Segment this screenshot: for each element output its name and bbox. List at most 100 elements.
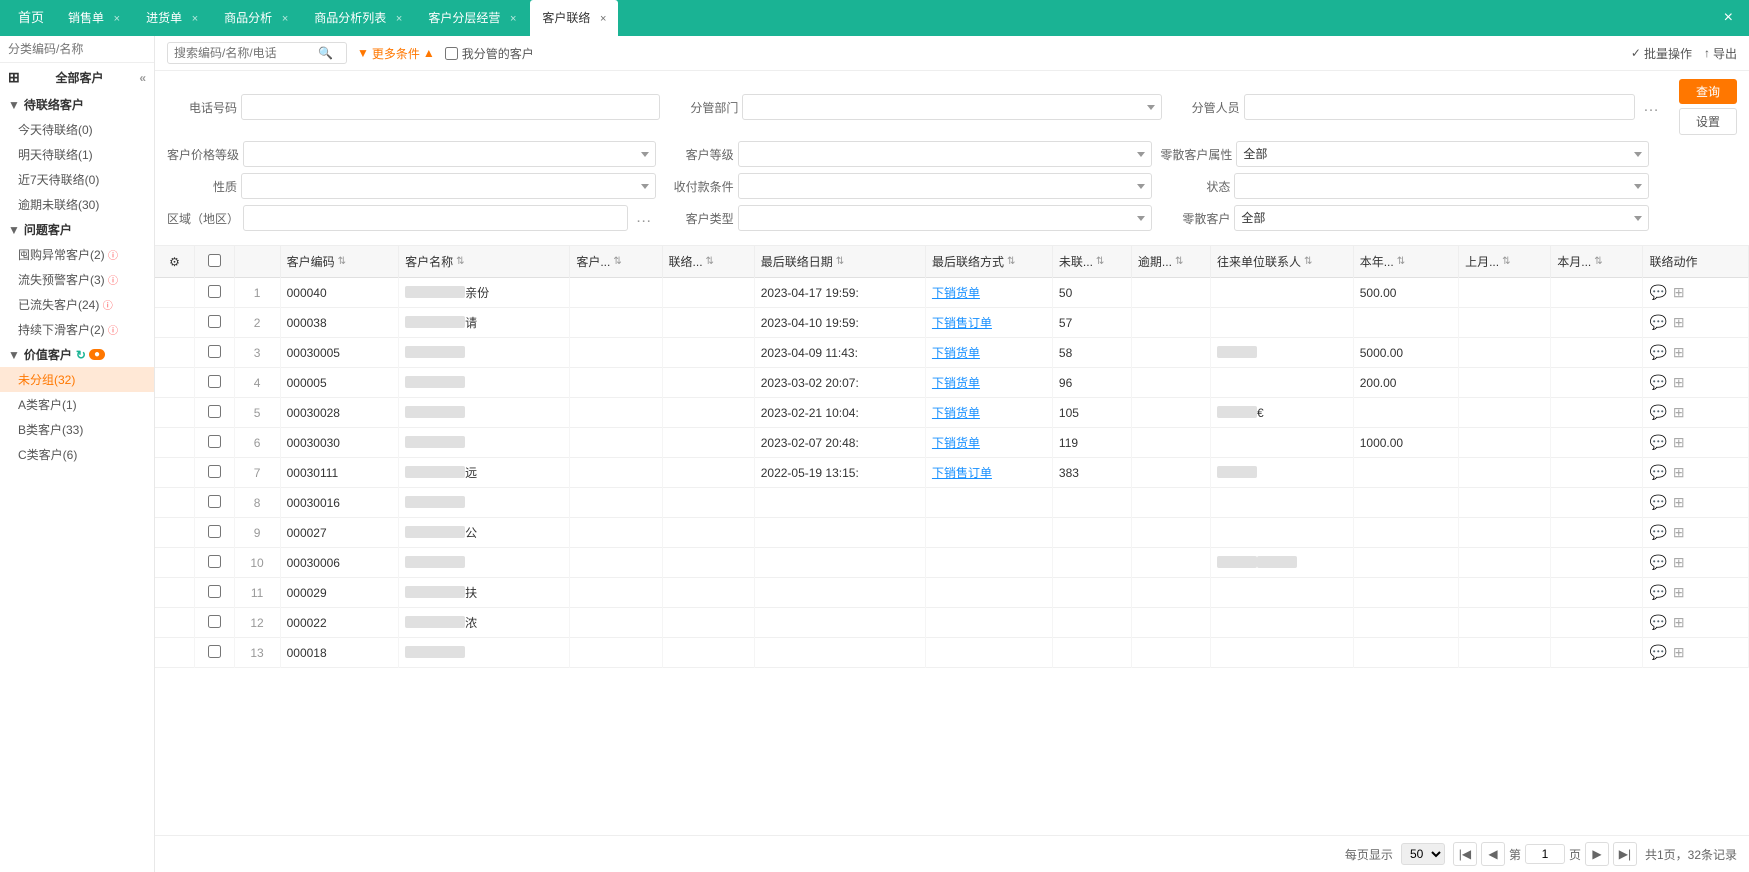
batch-op-button[interactable]: ✓ 批量操作 (1631, 45, 1692, 62)
export-button[interactable]: ↑ 导出 (1704, 45, 1737, 62)
search-icon[interactable]: 🔍 (318, 46, 333, 60)
dept-select[interactable] (742, 94, 1161, 120)
last-method-link[interactable]: 下销售订单 (932, 466, 992, 480)
grid-action-icon[interactable]: ⊞ (1673, 644, 1685, 661)
sidebar-item-no-group[interactable]: 未分组(32) (0, 367, 154, 392)
col-pending-header[interactable]: 未联... ⇅ (1052, 246, 1131, 278)
sparse-attr-select[interactable]: 全部 (1236, 141, 1649, 167)
more-filters-button[interactable]: ▼ 更多条件 ▲ (357, 45, 435, 62)
sidebar-group-value[interactable]: ▼ 价值客户 ↻ ● (0, 342, 154, 367)
last-method-link[interactable]: 下销货单 (932, 376, 980, 390)
prev-page-button[interactable]: ◀ (1481, 842, 1505, 866)
grid-action-icon[interactable]: ⊞ (1673, 404, 1685, 421)
row-checkbox[interactable] (208, 525, 221, 538)
row-checkbox[interactable] (208, 315, 221, 328)
sidebar-item-type-b[interactable]: B类客户(33) (0, 417, 154, 442)
refresh-icon[interactable]: ↻ (76, 348, 86, 362)
col-name-header[interactable]: 客户名称 ⇅ (399, 246, 570, 278)
grid-action-icon[interactable]: ⊞ (1673, 344, 1685, 361)
grid-action-icon[interactable]: ⊞ (1673, 494, 1685, 511)
col-contact-header[interactable]: 联络... ⇅ (662, 246, 754, 278)
close-customer-contact-icon[interactable]: × (600, 13, 606, 25)
sidebar-group-problem[interactable]: ▼ 问题客户 (0, 217, 154, 242)
grid-action-icon[interactable]: ⊞ (1673, 314, 1685, 331)
nature-select[interactable] (241, 173, 656, 199)
col-last-month-header[interactable]: 上月... ⇅ (1459, 246, 1551, 278)
chat-icon[interactable]: 💬 (1649, 614, 1666, 631)
chat-icon[interactable]: 💬 (1649, 344, 1666, 361)
nav-purchase[interactable]: 进货单 × (134, 0, 210, 36)
chat-icon[interactable]: 💬 (1649, 284, 1666, 301)
last-method-link[interactable]: 下销货单 (932, 436, 980, 450)
sidebar-item-abnormal[interactable]: 囤购异常客户(2) ⓘ (0, 242, 154, 267)
last-method-link[interactable]: 下销货单 (932, 286, 980, 300)
sidebar-item-churn-warn[interactable]: 流失预警客户(3) ⓘ (0, 267, 154, 292)
first-page-button[interactable]: |◀ (1453, 842, 1477, 866)
nav-sales[interactable]: 销售单 × (56, 0, 132, 36)
last-method-link[interactable]: 下销货单 (932, 346, 980, 360)
col-month-header[interactable]: 本月... ⇅ (1551, 246, 1643, 278)
phone-input[interactable] (241, 94, 660, 120)
grid-action-icon[interactable]: ⊞ (1673, 464, 1685, 481)
price-level-select[interactable] (243, 141, 656, 167)
sidebar-item-tomorrow-pending[interactable]: 明天待联络(1) (0, 142, 154, 167)
row-checkbox[interactable] (208, 645, 221, 658)
close-customer-tier-icon[interactable]: × (510, 13, 516, 25)
per-page-select[interactable]: 50 (1401, 843, 1445, 865)
row-checkbox[interactable] (208, 465, 221, 478)
row-checkbox[interactable] (208, 555, 221, 568)
nav-product-list[interactable]: 商品分析列表 × (302, 0, 414, 36)
region-input[interactable] (243, 205, 628, 231)
col-year-header[interactable]: 本年... ⇅ (1353, 246, 1458, 278)
customer-level-select[interactable] (738, 141, 1153, 167)
col-last-date-header[interactable]: 最后联络日期 ⇅ (754, 246, 925, 278)
col-last-method-header[interactable]: 最后联络方式 ⇅ (925, 246, 1052, 278)
chat-icon[interactable]: 💬 (1649, 584, 1666, 601)
sidebar-item-churned[interactable]: 已流失客户(24) ⓘ (0, 292, 154, 317)
row-checkbox[interactable] (208, 615, 221, 628)
my-customer-checkbox-label[interactable]: 我分管的客户 (445, 45, 534, 62)
row-checkbox[interactable] (208, 285, 221, 298)
grid-action-icon[interactable]: ⊞ (1673, 584, 1685, 601)
window-close-button[interactable]: × (1716, 9, 1741, 27)
close-purchase-icon[interactable]: × (192, 13, 198, 25)
status-select[interactable] (1234, 173, 1649, 199)
sidebar-item-week-pending[interactable]: 近7天待联络(0) (0, 167, 154, 192)
sidebar-group-pending[interactable]: ▼ 待联络客户 (0, 92, 154, 117)
grid-action-icon[interactable]: ⊞ (1673, 434, 1685, 451)
col-type-header[interactable]: 客户... ⇅ (570, 246, 662, 278)
chat-icon[interactable]: 💬 (1649, 404, 1666, 421)
region-more-icon[interactable]: … (632, 209, 656, 227)
grid-action-icon[interactable]: ⊞ (1673, 374, 1685, 391)
row-checkbox[interactable] (208, 375, 221, 388)
row-checkbox[interactable] (208, 585, 221, 598)
col-code-header[interactable]: 客户编码 ⇅ (280, 246, 399, 278)
sidebar-search-input[interactable] (8, 42, 155, 56)
nav-customer-contact[interactable]: 客户联络 × (530, 0, 618, 36)
query-button[interactable]: 查询 (1679, 79, 1737, 104)
sidebar-item-declining[interactable]: 持续下滑客户(2) ⓘ (0, 317, 154, 342)
reset-button[interactable]: 设置 (1679, 108, 1737, 135)
grid-action-icon[interactable]: ⊞ (1673, 524, 1685, 541)
chat-icon[interactable]: 💬 (1649, 524, 1666, 541)
payment-select[interactable] (738, 173, 1153, 199)
sparse-customer-select[interactable]: 全部 (1234, 205, 1649, 231)
chat-icon[interactable]: 💬 (1649, 644, 1666, 661)
nav-product-analysis[interactable]: 商品分析 × (212, 0, 300, 36)
last-method-link[interactable]: 下销售订单 (932, 316, 992, 330)
search-input[interactable] (174, 46, 314, 60)
chat-icon[interactable]: 💬 (1649, 554, 1666, 571)
manager-input[interactable] (1244, 94, 1635, 120)
customer-type-select[interactable] (738, 205, 1153, 231)
col-gear-header[interactable]: ⚙ (155, 246, 195, 278)
page-input[interactable] (1525, 844, 1565, 864)
close-product-list-icon[interactable]: × (396, 13, 402, 25)
chat-icon[interactable]: 💬 (1649, 314, 1666, 331)
manager-more-icon[interactable]: … (1639, 98, 1663, 116)
col-overdue-header[interactable]: 逾期... ⇅ (1131, 246, 1210, 278)
next-page-button[interactable]: ▶ (1585, 842, 1609, 866)
last-page-button[interactable]: ▶| (1613, 842, 1637, 866)
sidebar-item-overdue-pending[interactable]: 逾期未联络(30) (0, 192, 154, 217)
nav-home[interactable]: 首页 (8, 0, 54, 36)
all-customers-header[interactable]: ⊞ 全部客户 « (0, 63, 154, 92)
